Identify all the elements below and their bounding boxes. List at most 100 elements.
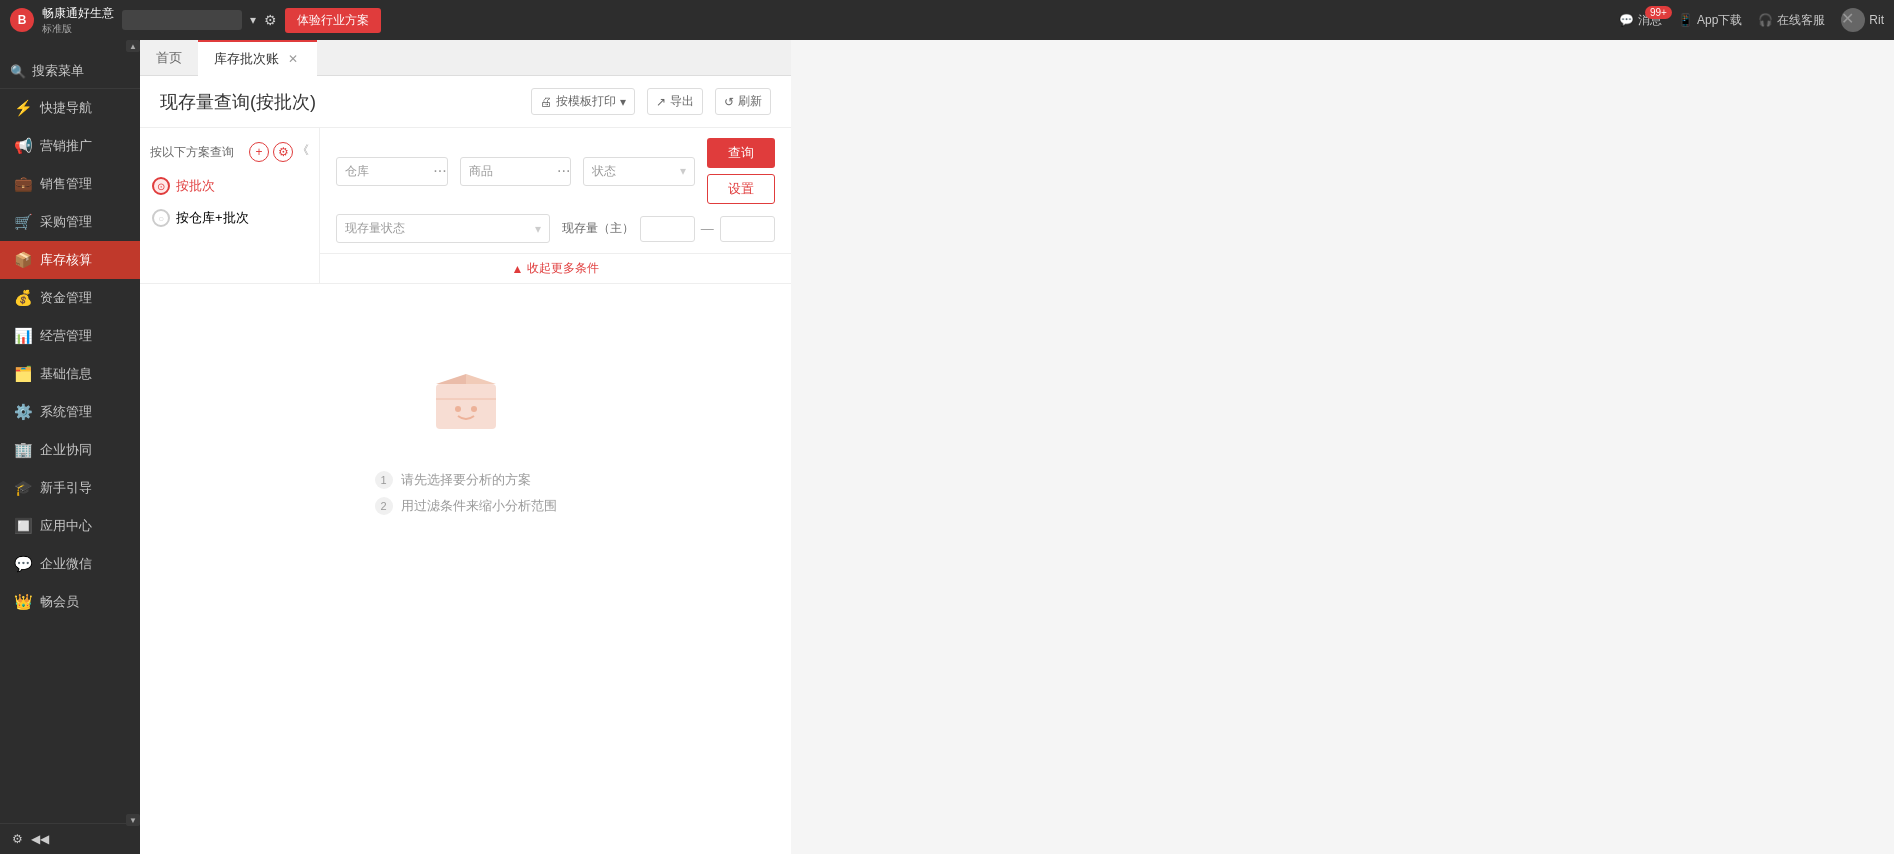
search-icon: 🔍 — [10, 64, 26, 79]
main-layout: ▲ 🔍 搜索菜单 ⚡ 快捷导航 📢 营销推广 💼 销售管理 🛒 — [0, 40, 1894, 854]
system-icon: ⚙️ — [14, 403, 32, 421]
product-more-btn[interactable]: ··· — [557, 162, 570, 180]
sidebar-item-apps[interactable]: 🔲 应用中心 — [0, 507, 140, 545]
scheme-settings-btn[interactable]: ⚙ — [273, 142, 293, 162]
marketing-icon: 📢 — [14, 137, 32, 155]
online-service-item[interactable]: 🎧 在线客服 — [1758, 12, 1825, 29]
warehouse-label: 仓库 — [337, 158, 429, 185]
status-dropdown-icon: ▾ — [680, 164, 686, 178]
svg-point-5 — [471, 406, 477, 412]
sidebar-item-marketing[interactable]: 📢 营销推广 — [0, 127, 140, 165]
basics-icon: 🗂️ — [14, 365, 32, 383]
app-version: 标准版 — [42, 22, 114, 36]
sidebar-item-newbie[interactable]: 🎓 新手引导 — [0, 469, 140, 507]
sidebar-item-wechat[interactable]: 💬 企业微信 — [0, 545, 140, 583]
query-button[interactable]: 查询 — [707, 138, 775, 168]
sidebar-item-sales[interactable]: 💼 销售管理 — [0, 165, 140, 203]
sidebar-item-enterprise[interactable]: 🏢 企业协同 — [0, 431, 140, 469]
sidebar-bottom: ⚙ ◀◀ — [0, 823, 140, 854]
app-title: 畅康通好生意 — [42, 5, 114, 22]
trial-button[interactable]: 体验行业方案 — [285, 8, 381, 33]
scheme-header-label: 按以下方案查询 — [150, 144, 234, 161]
settings-icon-bottom[interactable]: ⚙ — [12, 832, 23, 846]
filter-settings-button[interactable]: 设置 — [707, 174, 775, 204]
quick-nav-icon: ⚡ — [14, 99, 32, 117]
scroll-up-btn[interactable]: ▲ — [126, 40, 140, 52]
apps-icon: 🔲 — [14, 517, 32, 535]
svg-marker-2 — [466, 374, 496, 384]
sidebar-item-label: 采购管理 — [40, 213, 92, 231]
product-label: 商品 — [461, 158, 553, 185]
export-icon: ↗ — [656, 95, 666, 109]
product-input-wrap: 商品 ··· — [460, 157, 572, 186]
add-scheme-btn[interactable]: + — [249, 142, 269, 162]
refresh-icon: ↺ — [724, 95, 734, 109]
sidebar-item-label: 快捷导航 — [40, 99, 92, 117]
product-field: 商品 ··· — [460, 157, 572, 186]
settings-icon[interactable]: ⚙ — [264, 12, 277, 28]
app-download-label: App下载 — [1697, 12, 1742, 29]
scheme-item-batch[interactable]: ⊙ 按批次 — [140, 170, 319, 202]
message-icon: 💬 — [1619, 13, 1634, 27]
sidebar-item-label: 新手引导 — [40, 479, 92, 497]
print-dropdown-icon[interactable]: ▾ — [620, 95, 626, 109]
tab-inventory-batch[interactable]: 库存批次账 ✕ — [198, 40, 317, 76]
warehouse-more-btn[interactable]: ··· — [433, 162, 446, 180]
scheme-item-icon-warehouse: ○ — [152, 209, 170, 227]
members-icon: 👑 — [14, 593, 32, 611]
collapse-filter-btn[interactable]: ▲ 收起更多条件 — [320, 253, 791, 283]
online-service-label: 在线客服 — [1777, 12, 1825, 29]
sidebar-item-operations[interactable]: 📊 经营管理 — [0, 317, 140, 355]
empty-steps: 1 请先选择要分析的方案 2 用过滤条件来缩小分析范围 — [375, 471, 557, 523]
finance-icon: 💰 — [14, 289, 32, 307]
sales-icon: 💼 — [14, 175, 32, 193]
sidebar-item-quick-nav[interactable]: ⚡ 快捷导航 — [0, 89, 140, 127]
tab-close-btn[interactable]: ✕ — [285, 51, 301, 67]
step1-text: 请先选择要分析的方案 — [401, 471, 531, 489]
sidebar-item-label: 应用中心 — [40, 517, 92, 535]
breadcrumb-input[interactable] — [122, 10, 242, 30]
inventory-status-wrap[interactable]: 现存量状态 ▾ — [336, 214, 550, 243]
filter-panel: 按以下方案查询 + ⚙ 《 ⊙ 按批次 — [140, 128, 791, 284]
refresh-btn[interactable]: ↺ 刷新 — [715, 88, 771, 115]
filter-area: 仓库 ··· 商品 ··· — [320, 128, 791, 253]
messages-item[interactable]: 💬 消息 99+ — [1619, 12, 1662, 29]
step2-num: 2 — [375, 497, 393, 515]
print-icon: 🖨 — [540, 95, 552, 109]
sidebar-item-label: 销售管理 — [40, 175, 92, 193]
sidebar-search[interactable]: 🔍 搜索菜单 — [0, 54, 140, 89]
scheme-item-warehouse-batch[interactable]: ○ 按仓库+批次 — [140, 202, 319, 234]
inventory-main-to[interactable] — [720, 216, 775, 242]
sidebar-item-finance[interactable]: 💰 资金管理 — [0, 279, 140, 317]
scheme-collapse-btn[interactable]: 《 — [297, 142, 309, 162]
app-download-item[interactable]: 📱 App下载 — [1678, 12, 1742, 29]
print-btn[interactable]: 🖨 按模板打印 ▾ — [531, 88, 635, 115]
svg-point-4 — [455, 406, 461, 412]
sidebar-item-purchase[interactable]: 🛒 采购管理 — [0, 203, 140, 241]
app-info: 畅康通好生意 标准版 — [42, 5, 114, 36]
scroll-down-btn[interactable]: ▼ — [126, 814, 140, 826]
sidebar-item-system[interactable]: ⚙️ 系统管理 — [0, 393, 140, 431]
scheme-header: 按以下方案查询 + ⚙ 《 — [140, 138, 319, 170]
empty-step-2: 2 用过滤条件来缩小分析范围 — [375, 497, 557, 515]
inventory-main-from[interactable] — [640, 216, 695, 242]
sidebar-item-basics[interactable]: 🗂️ 基础信息 — [0, 355, 140, 393]
empty-icon — [416, 344, 516, 447]
tab-home[interactable]: 首页 — [140, 40, 198, 76]
phone-icon: 📱 — [1678, 13, 1693, 27]
export-btn[interactable]: ↗ 导出 — [647, 88, 703, 115]
enterprise-icon: 🏢 — [14, 441, 32, 459]
sidebar-item-members[interactable]: 👑 畅会员 — [0, 583, 140, 621]
inventory-status-dropdown-icon: ▾ — [535, 222, 541, 236]
filter-right: 仓库 ··· 商品 ··· — [320, 128, 791, 283]
warehouse-field: 仓库 ··· — [336, 157, 448, 186]
sidebar-item-inventory[interactable]: 📦 库存核算 — [0, 241, 140, 279]
inventory-status-field: 现存量状态 ▾ — [336, 214, 550, 243]
breadcrumb-dropdown-icon[interactable]: ▾ — [250, 13, 256, 27]
status-input-wrap[interactable]: 状态 ▾ — [583, 157, 695, 186]
collapse-sidebar-btn[interactable]: ◀◀ — [31, 832, 49, 846]
headset-icon: 🎧 — [1758, 13, 1773, 27]
empty-step-1: 1 请先选择要分析的方案 — [375, 471, 557, 489]
tab-bar: 首页 库存批次账 ✕ ✕ — [140, 40, 791, 76]
sidebar-item-label: 系统管理 — [40, 403, 92, 421]
